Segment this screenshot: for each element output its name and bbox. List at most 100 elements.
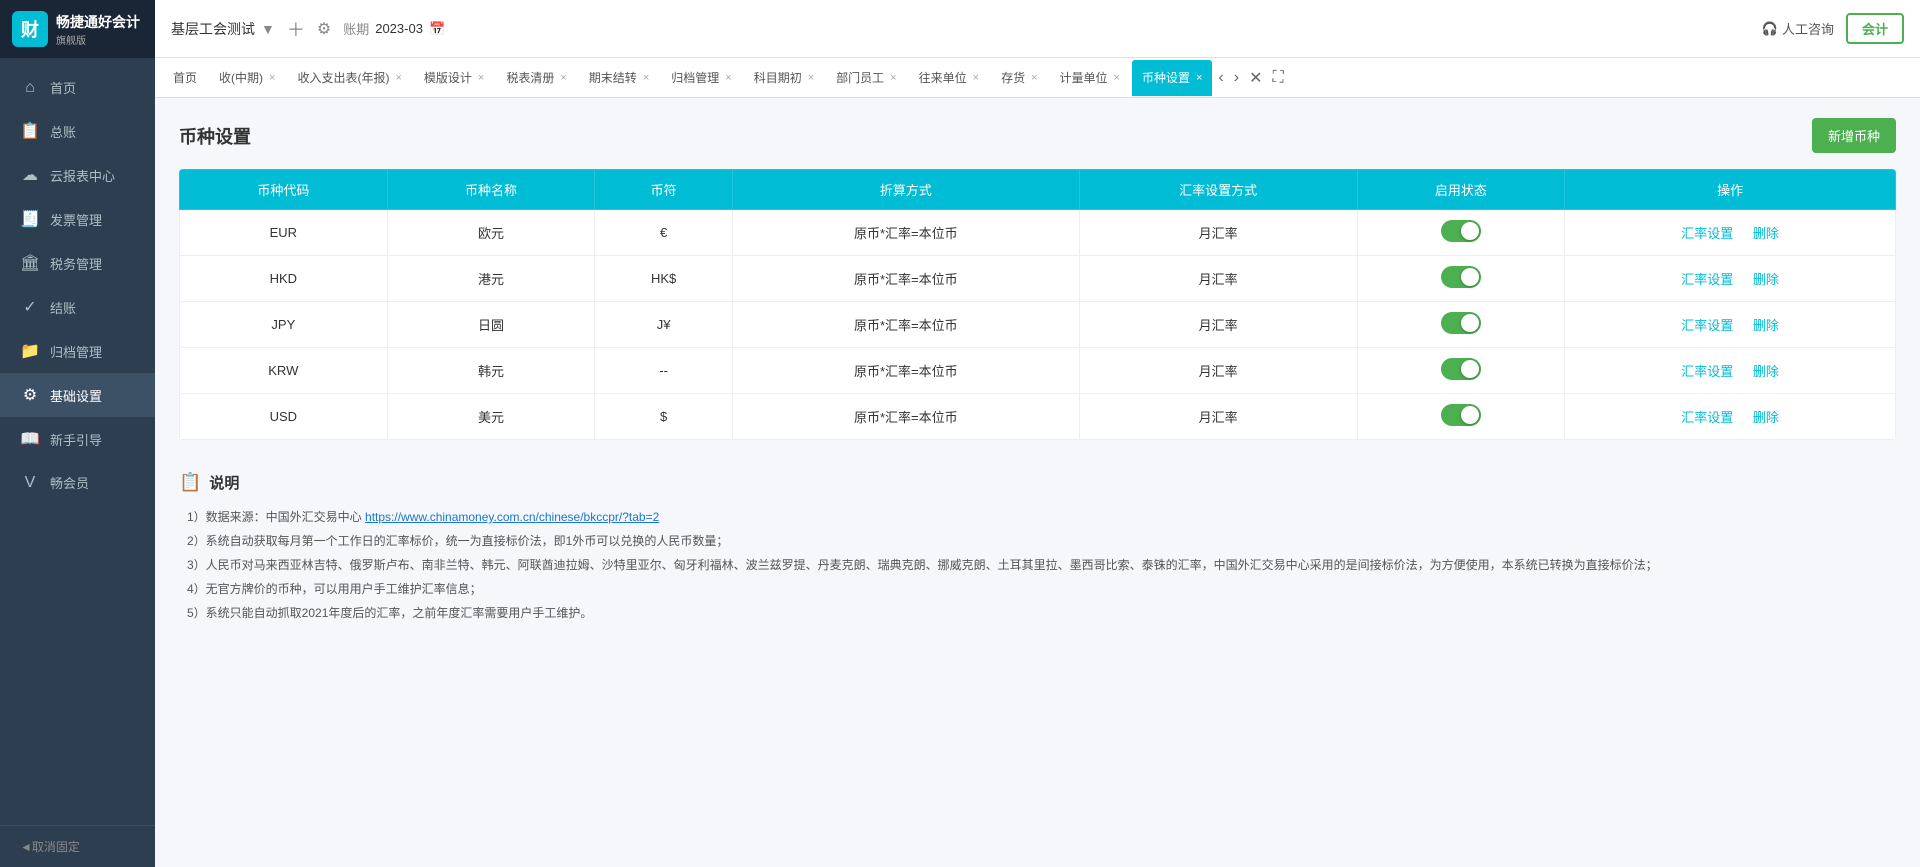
cell-code: JPY (180, 302, 388, 348)
table-row: HKD 港元 HK$ 原币*汇率=本位币 月汇率 汇率设置 删除 (180, 256, 1896, 302)
tax-icon: 🏛 (20, 253, 40, 273)
sidebar-item-home-label: 首页 (50, 78, 76, 97)
toggle-track (1441, 312, 1481, 334)
enable-toggle[interactable] (1441, 220, 1481, 242)
currency-table: 币种代码 币种名称 币符 折算方式 汇率设置方式 启用状态 操作 EUR 欧元 … (179, 169, 1896, 440)
tab-period-end[interactable]: 期末结转 × (579, 60, 659, 96)
tab-annual-report[interactable]: 收入支出表(年报) × (287, 60, 411, 96)
guide-icon: 📖 (20, 429, 40, 449)
sidebar-item-report-center[interactable]: ☁ 云报表中心 (0, 153, 155, 197)
notes-link[interactable]: https://www.chinamoney.com.cn/chinese/bk… (365, 510, 659, 524)
cell-actions: 汇率设置 删除 (1565, 256, 1896, 302)
rate-settings-link[interactable]: 汇率设置 (1681, 364, 1733, 379)
sidebar-item-beginner[interactable]: 📖 新手引导 (0, 417, 155, 461)
delete-link[interactable]: 删除 (1753, 226, 1779, 241)
cell-actions: 汇率设置 删除 (1565, 348, 1896, 394)
tab-currency-settings-label: 币种设置 (1142, 69, 1190, 86)
headset-icon: 🎧 (1762, 21, 1778, 37)
service-button[interactable]: 🎧 人工咨询 (1762, 19, 1834, 38)
rate-settings-link[interactable]: 汇率设置 (1681, 272, 1733, 287)
table-row: USD 美元 $ 原币*汇率=本位币 月汇率 汇率设置 删除 (180, 394, 1896, 440)
logo-sub: 旗舰版 (56, 32, 140, 47)
tab-inventory[interactable]: 存货 × (991, 60, 1047, 96)
enable-toggle[interactable] (1441, 266, 1481, 288)
tab-unit[interactable]: 计量单位 × (1050, 60, 1130, 96)
content-area: 币种设置 新增币种 币种代码 币种名称 币符 折算方式 汇率设置方式 启用状态 … (155, 98, 1920, 867)
tab-home-label: 首页 (173, 69, 197, 86)
sidebar-item-invoice[interactable]: 🧾 发票管理 (0, 197, 155, 241)
tab-template-design-close[interactable]: × (478, 72, 484, 84)
note-item: 4）无官方牌价的币种，可以用用户手工维护汇率信息； (187, 577, 1896, 601)
tab-annual-report-close[interactable]: × (395, 72, 401, 84)
sidebar-item-home[interactable]: ⌂ 首页 (0, 66, 155, 109)
tab-period-report-label: 收(中期) (219, 69, 263, 86)
tab-expand-button[interactable]: ⛶ (1268, 69, 1287, 87)
tab-archive-mgmt[interactable]: 归档管理 × (661, 60, 741, 96)
sidebar-nav: ⌂ 首页 📋 总账 ☁ 云报表中心 🧾 发票管理 🏛 税务管理 ✓ 结账 📁 归… (0, 58, 155, 825)
period-selector: 账期 2023-03 📅 (343, 19, 445, 38)
tab-subject-init[interactable]: 科目期初 × (744, 60, 824, 96)
tab-subject-init-label: 科目期初 (754, 69, 802, 86)
tab-business-unit-close[interactable]: × (973, 72, 979, 84)
tab-prev-button[interactable]: ‹ (1214, 69, 1227, 87)
tab-tax-clearance-close[interactable]: × (560, 72, 566, 84)
tab-currency-settings[interactable]: 币种设置 × (1132, 60, 1212, 96)
tab-dept-employee-close[interactable]: × (890, 72, 896, 84)
tab-inventory-close[interactable]: × (1031, 72, 1037, 84)
enable-toggle[interactable] (1441, 312, 1481, 334)
company-selector[interactable]: 基层工会测试 ▼ (171, 19, 275, 39)
table-row: KRW 韩元 -- 原币*汇率=本位币 月汇率 汇率设置 删除 (180, 348, 1896, 394)
tab-home[interactable]: 首页 (163, 60, 207, 96)
tab-dept-employee[interactable]: 部门员工 × (826, 60, 906, 96)
calendar-icon[interactable]: 📅 (429, 21, 445, 37)
tab-inventory-label: 存货 (1001, 69, 1025, 86)
sidebar-item-beginner-label: 新手引导 (50, 430, 102, 449)
tab-template-design-label: 模版设计 (424, 69, 472, 86)
cell-actions: 汇率设置 删除 (1565, 210, 1896, 256)
add-company-button[interactable]: ＋ (287, 16, 305, 42)
rate-settings-link[interactable]: 汇率设置 (1681, 226, 1733, 241)
cell-rate-method: 月汇率 (1079, 210, 1357, 256)
sidebar-item-archive-label: 归档管理 (50, 342, 102, 361)
note-item: 2）系统自动获取每月第一个工作日的汇率标价，统一为直接标价法，即1外币可以兑换的… (187, 529, 1896, 553)
tab-tax-clearance[interactable]: 税表清册 × (496, 60, 576, 96)
sidebar-item-archive[interactable]: 📁 归档管理 (0, 329, 155, 373)
note-item: 3）人民币对马来西亚林吉特、俄罗斯卢布、南非兰特、韩元、阿联酋迪拉姆、沙特里亚尔… (187, 553, 1896, 577)
tab-business-unit-label: 往来单位 (919, 69, 967, 86)
notes-section: 📋 说明 1）数据来源：中国外汇交易中心 https://www.chinamo… (179, 472, 1896, 625)
kuaiji-button[interactable]: 会计 (1846, 13, 1904, 44)
tab-business-unit[interactable]: 往来单位 × (909, 60, 989, 96)
tab-period-report-close[interactable]: × (269, 72, 275, 84)
sidebar-pin-toggle[interactable]: ◄取消固定 (0, 825, 155, 867)
tab-next-button[interactable]: › (1230, 69, 1243, 87)
tab-subject-init-close[interactable]: × (808, 72, 814, 84)
table-row: EUR 欧元 € 原币*汇率=本位币 月汇率 汇率设置 删除 (180, 210, 1896, 256)
note-item: 1）数据来源：中国外汇交易中心 https://www.chinamoney.c… (187, 505, 1896, 529)
tab-unit-close[interactable]: × (1114, 72, 1120, 84)
tab-close-all-button[interactable]: ✕ (1245, 68, 1266, 88)
cell-name: 美元 (387, 394, 595, 440)
new-currency-button[interactable]: 新增币种 (1812, 118, 1896, 153)
tab-period-end-close[interactable]: × (643, 72, 649, 84)
tab-period-report[interactable]: 收(中期) × (209, 60, 285, 96)
rate-settings-link[interactable]: 汇率设置 (1681, 410, 1733, 425)
delete-link[interactable]: 删除 (1753, 318, 1779, 333)
period-label: 账期 (343, 19, 369, 38)
delete-link[interactable]: 删除 (1753, 410, 1779, 425)
sidebar-item-checkout[interactable]: ✓ 结账 (0, 285, 155, 329)
sidebar-item-tax[interactable]: 🏛 税务管理 (0, 241, 155, 285)
cell-name: 港元 (387, 256, 595, 302)
delete-link[interactable]: 删除 (1753, 272, 1779, 287)
sidebar-item-general-ledger[interactable]: 📋 总账 (0, 109, 155, 153)
sidebar-item-basic-settings[interactable]: ⚙ 基础设置 (0, 373, 155, 417)
tab-archive-mgmt-close[interactable]: × (725, 72, 731, 84)
tab-currency-settings-close[interactable]: × (1196, 72, 1202, 84)
tab-template-design[interactable]: 模版设计 × (414, 60, 494, 96)
enable-toggle[interactable] (1441, 358, 1481, 380)
sidebar-item-member-label: 畅会员 (50, 473, 89, 492)
company-settings-icon[interactable]: ⚙ (317, 19, 331, 39)
rate-settings-link[interactable]: 汇率设置 (1681, 318, 1733, 333)
sidebar-item-member[interactable]: V 畅会员 (0, 461, 155, 504)
delete-link[interactable]: 删除 (1753, 364, 1779, 379)
enable-toggle[interactable] (1441, 404, 1481, 426)
